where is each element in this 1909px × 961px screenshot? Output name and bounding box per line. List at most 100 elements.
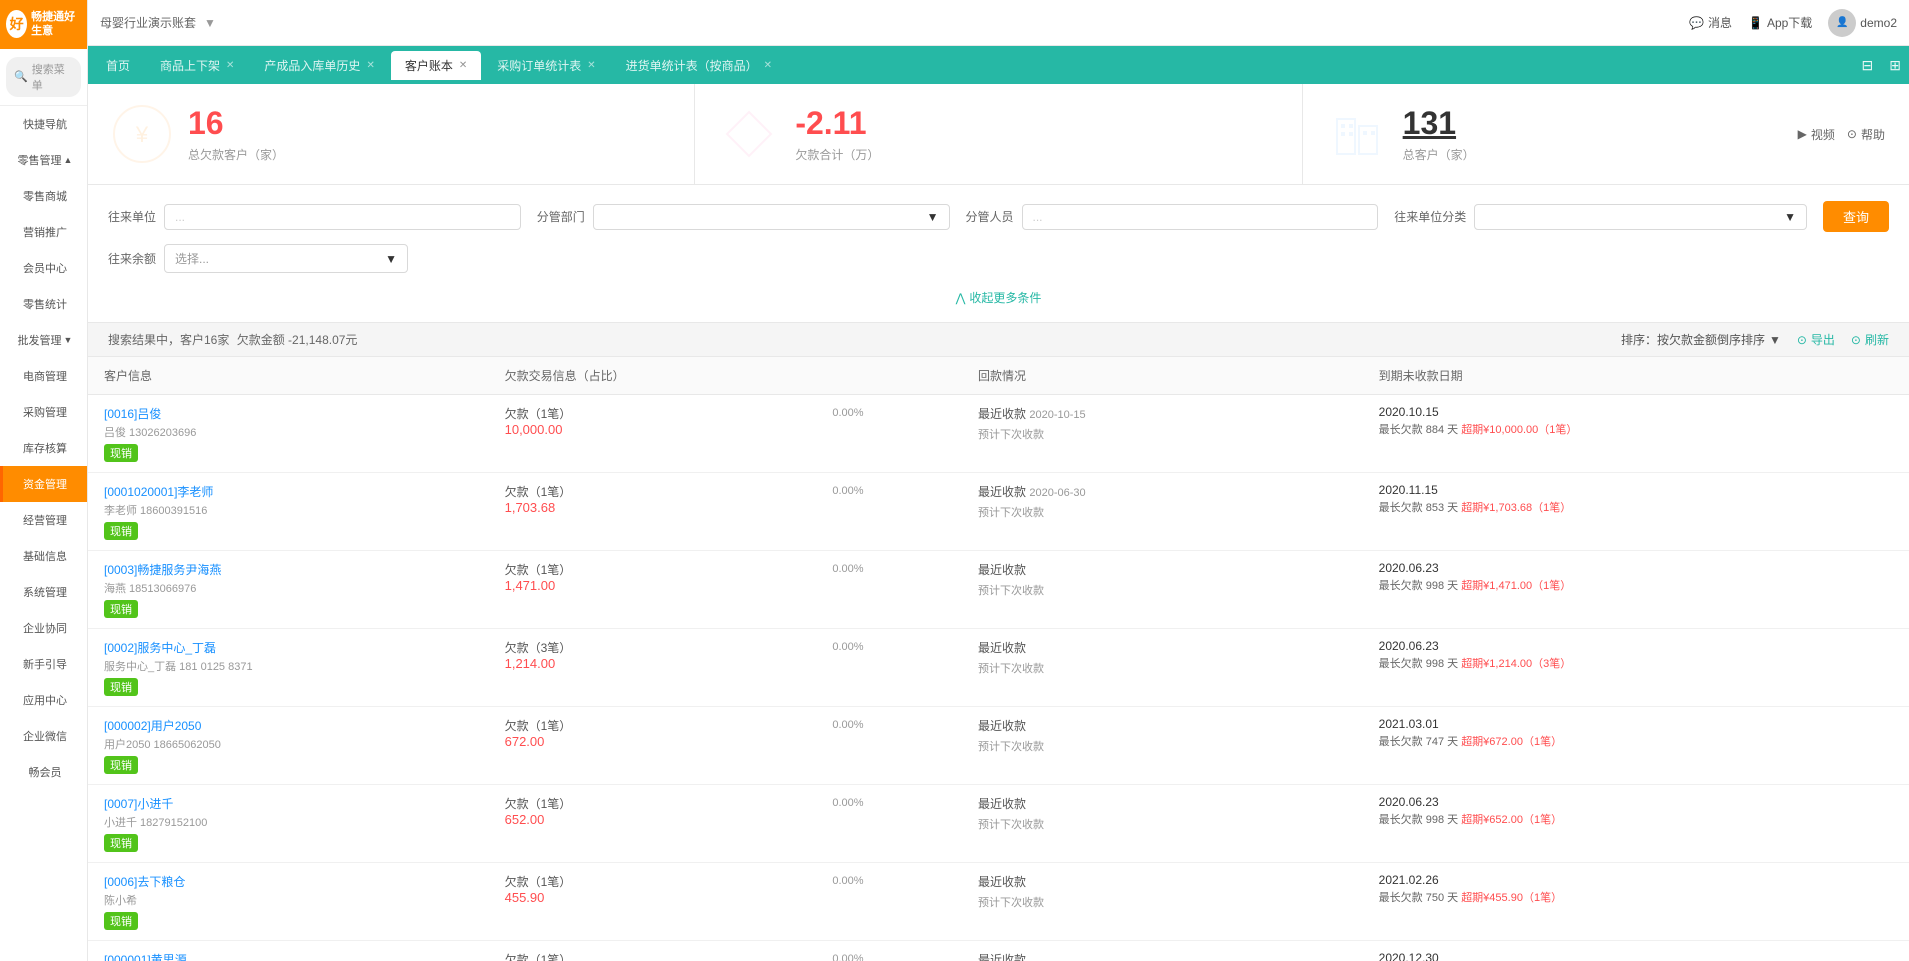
customer-link[interactable]: [000002]用户2050 [104, 719, 201, 733]
sidebar-search-area[interactable]: 🔍 搜索菜单 [0, 49, 87, 106]
sidebar-item-member[interactable]: 会员中心 [0, 250, 87, 286]
overdue-amount-link[interactable]: 超期¥455.90（1笔） [1461, 892, 1562, 904]
help-button[interactable]: ⊙ 帮助 [1847, 126, 1885, 143]
sidebar-item-inventory[interactable]: 库存核算 [0, 430, 87, 466]
customer-info-cell: [000001]黄思源 黄思源 13552700226 现销 [88, 941, 489, 961]
search-button[interactable]: 查询 [1823, 201, 1889, 232]
sidebar-item-collab[interactable]: 企业协同 [0, 610, 87, 646]
tab-customer-ledger[interactable]: 客户账本 ✕ [391, 51, 481, 80]
sidebar-item-quick-nav[interactable]: 快捷导航 [0, 106, 87, 142]
tab-label: 客户账本 [405, 57, 453, 74]
close-icon[interactable]: ✕ [226, 60, 234, 71]
debt-ratio-cell: 0.00% [816, 863, 962, 941]
sidebar-item-ecommerce[interactable]: 电商管理 [0, 358, 87, 394]
overdue-days: 最长欠款 998 天 超期¥652.00（1笔） [1379, 811, 1893, 827]
department-select[interactable]: ▼ [593, 204, 950, 230]
collapse-label: 收起更多条件 [969, 289, 1041, 306]
customer-link[interactable]: [0001020001]李老师 [104, 485, 213, 499]
debt-label: 欠款（1笔） [505, 873, 801, 890]
sidebar-item-retail-mall[interactable]: 零售商城 [0, 178, 87, 214]
sidebar-item-wechat[interactable]: 企业微信 [0, 718, 87, 754]
sidebar-item-management[interactable]: 经营管理 [0, 502, 87, 538]
sidebar-item-retail-mgmt[interactable]: 零售管理 ▲ [0, 142, 87, 178]
overdue-amount-link[interactable]: 超期¥1,703.68（1笔） [1461, 502, 1571, 514]
sidebar-item-label: 采购管理 [23, 407, 67, 419]
tabs-shrink-button[interactable]: ⊟ [1858, 55, 1878, 76]
message-button[interactable]: 💬 消息 [1689, 14, 1732, 31]
balance-select[interactable]: 选择... ▼ [164, 244, 408, 273]
sidebar-item-purchase[interactable]: 采购管理 [0, 394, 87, 430]
sidebar-item-label: 畅会员 [29, 767, 62, 779]
category-select[interactable]: ▼ [1474, 204, 1807, 230]
th-collection: 回款情况 [962, 357, 1363, 395]
tabs-actions: ⊟ ⊞ [1858, 55, 1905, 76]
debt-info-cell: 欠款（1笔） 10,000.00 [489, 395, 817, 473]
tab-purchase-stats-product[interactable]: 进货单统计表（按商品） ✕ [612, 51, 786, 80]
dropdown-icon[interactable]: ▼ [204, 16, 216, 30]
filter-customer-category: 往来单位分类 ▼ [1394, 204, 1807, 230]
sidebar-item-label: 库存核算 [23, 443, 67, 455]
tab-purchase-order-stats[interactable]: 采购订单统计表 ✕ [483, 51, 609, 80]
search-menu-box[interactable]: 🔍 搜索菜单 [6, 57, 81, 97]
sidebar-item-marketing[interactable]: 营销推广 [0, 214, 87, 250]
sidebar-item-vip[interactable]: 畅会员 [0, 754, 87, 790]
customer-unit-input[interactable]: ... [164, 204, 521, 230]
sidebar-item-label: 系统管理 [23, 587, 67, 599]
export-button[interactable]: ⊙ 导出 [1797, 331, 1835, 348]
sidebar-item-retail-stats[interactable]: 零售统计 [0, 286, 87, 322]
debt-ratio-cell: 0.00% [816, 941, 962, 961]
overdue-amount-link[interactable]: 超期¥672.00（1笔） [1461, 736, 1562, 748]
customer-link[interactable]: [0006]去下粮仓 [104, 875, 185, 889]
close-icon[interactable]: ✕ [587, 60, 595, 71]
sort-select[interactable]: 排序：按欠款金额倒序排序 ▼ [1621, 331, 1781, 348]
customer-name: 用户2050 18665062050 [104, 736, 473, 752]
due-date-cell: 2020.11.15 最长欠款 853 天 超期¥1,703.68（1笔） [1363, 473, 1909, 551]
close-icon[interactable]: ✕ [764, 60, 772, 71]
customer-link[interactable]: [0002]服务中心_丁磊 [104, 641, 216, 655]
collection-cell: 最近收款 预计下次收款 [962, 551, 1363, 629]
tab-product-listing[interactable]: 商品上下架 ✕ [146, 51, 248, 80]
customer-link[interactable]: [0003]畅捷服务尹海燕 [104, 563, 221, 577]
debt-ratio-cell: 0.00% [816, 473, 962, 551]
app-download-button[interactable]: 📱 App下载 [1748, 14, 1812, 31]
next-collect-label: 预计下次收款 [978, 738, 1347, 754]
tab-home[interactable]: 首页 [92, 51, 144, 80]
user-menu[interactable]: 👤 demo2 [1828, 9, 1897, 37]
filter-label-dept: 分管部门 [537, 208, 585, 225]
filter-row-1: 往来单位 ... 分管部门 ▼ 分管人员 [108, 201, 1889, 232]
sidebar-item-guide[interactable]: 新手引导 [0, 646, 87, 682]
overdue-amount-link[interactable]: 超期¥1,471.00（1笔） [1461, 580, 1571, 592]
sidebar-item-finance[interactable]: 资金管理 [0, 466, 87, 502]
last-payment-label: 最近收款 [978, 717, 1347, 734]
table-row: [0003]畅捷服务尹海燕 海燕 18513066976 现销 欠款（1笔） 1… [88, 551, 1909, 629]
stats-row: ¥ 16 总欠款客户（家） -2.11 [88, 84, 1909, 185]
sidebar-item-wholesale[interactable]: 批发管理 ▼ [0, 322, 87, 358]
customer-tag: 现销 [104, 834, 138, 852]
close-icon[interactable]: ✕ [366, 60, 374, 71]
overdue-amount-link[interactable]: 超期¥652.00（1笔） [1461, 814, 1562, 826]
tab-product-history[interactable]: 产成品入库单历史 ✕ [250, 51, 388, 80]
overdue-amount-link[interactable]: 超期¥1,214.00（3笔） [1461, 658, 1571, 670]
table-row: [000001]黄思源 黄思源 13552700226 现销 欠款（1笔） 42… [88, 941, 1909, 961]
debt-info-cell: 欠款（1笔） 1,703.68 [489, 473, 817, 551]
customer-link[interactable]: [0016]吕俊 [104, 407, 161, 421]
max-overdue-days: 最长欠款 998 天 [1379, 658, 1462, 670]
due-date-value: 2020.11.15 [1379, 483, 1893, 497]
collapse-filters-button[interactable]: ⋀ 收起更多条件 [108, 285, 1889, 314]
th-customer-info: 客户信息 [88, 357, 489, 395]
sidebar-item-basic-info[interactable]: 基础信息 [0, 538, 87, 574]
sidebar-item-apps[interactable]: 应用中心 [0, 682, 87, 718]
customer-link[interactable]: [0007]小进千 [104, 797, 173, 811]
refresh-button[interactable]: ⊙ 刷新 [1851, 331, 1889, 348]
manager-input[interactable]: ... [1022, 204, 1379, 230]
video-button[interactable]: ▶ 视频 [1798, 126, 1835, 143]
sidebar-item-system[interactable]: 系统管理 [0, 574, 87, 610]
overdue-amount-link[interactable]: 超期¥10,000.00（1笔） [1461, 424, 1577, 436]
app-download-label: App下载 [1767, 14, 1812, 31]
close-icon[interactable]: ✕ [459, 60, 467, 71]
debt-info-cell: 欠款（1笔） 429.00 [489, 941, 817, 961]
customer-link[interactable]: [000001]黄思源 [104, 953, 187, 961]
last-payment-date: 2020-10-15 [1029, 409, 1085, 421]
export-label: 导出 [1811, 331, 1835, 348]
tabs-expand-button[interactable]: ⊞ [1885, 55, 1905, 76]
